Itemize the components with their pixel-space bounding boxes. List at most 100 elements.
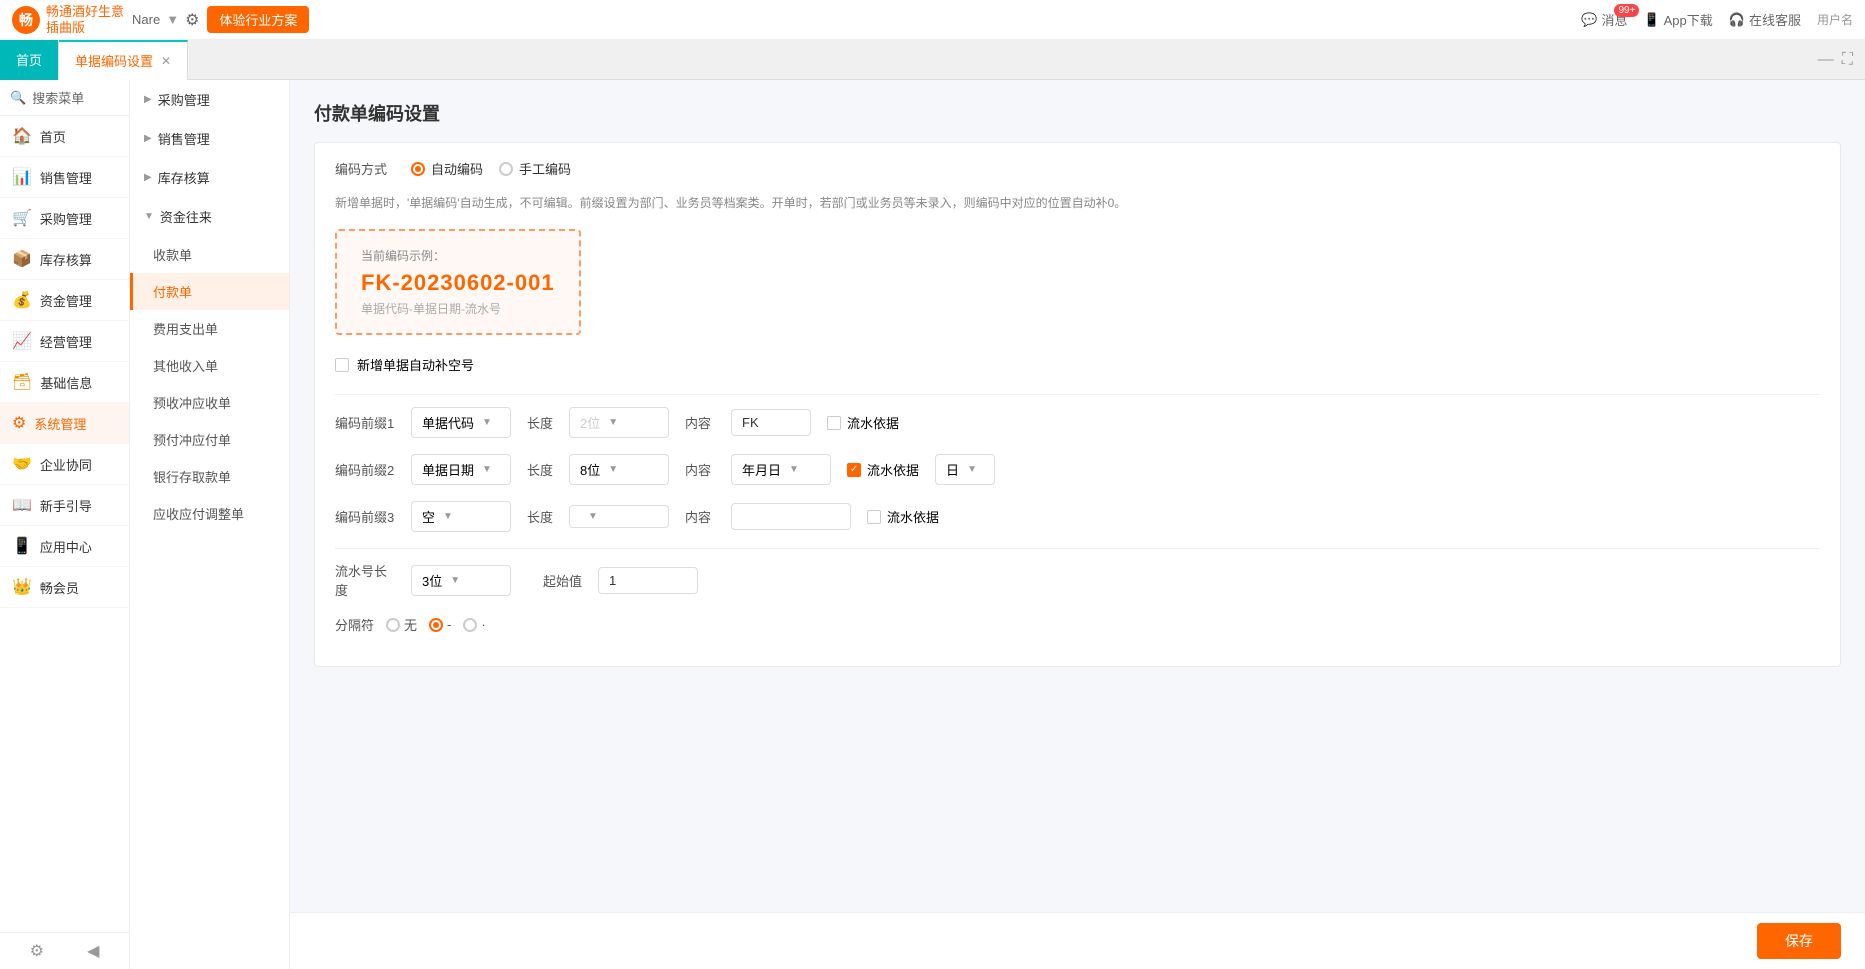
content1-input[interactable]	[731, 409, 811, 436]
check1-item: 流水依据	[827, 413, 899, 432]
app-download-button[interactable]: 📱 App下载	[1643, 10, 1712, 29]
sidebar-bottom: ⚙ ◀	[0, 932, 129, 969]
sidebar-collapse-icon[interactable]: ◀	[87, 941, 99, 961]
prefix3-select[interactable]: 空 ▼	[411, 501, 511, 532]
prefix1-value: 单据代码	[422, 413, 474, 432]
guide-icon: 📖	[12, 495, 32, 515]
sidebar-item-home[interactable]: 🏠 首页	[0, 116, 129, 157]
prefix-row-2: 编码前缀2 单据日期 ▼ 长度 8位 ▼ 内容 年月日 ▼ ✓ 流水依据	[335, 454, 1820, 485]
prefix2-select[interactable]: 单据日期 ▼	[411, 454, 511, 485]
sidebar-search[interactable]: 🔍 搜索菜单	[0, 80, 129, 116]
code-method-card: 编码方式 自动编码 手工编码 新增单据时，'单据编码'自动生成，不可编辑。前缀设…	[314, 142, 1841, 667]
tab-document-code[interactable]: 单据编码设置 ✕	[59, 40, 188, 80]
topbar-right: 💬 消息 99+ 📱 App下载 🎧 在线客服 用户名	[1581, 10, 1853, 29]
collapse-arrow-purchase: ▶	[144, 94, 152, 105]
submenu-item-other-income[interactable]: 其他收入单	[130, 347, 289, 384]
submenu-item-prepay-offset[interactable]: 预收冲应收单	[130, 384, 289, 421]
main-layout: 🔍 搜索菜单 🏠 首页 📊 销售管理 🛒 采购管理 📦 库存核算 💰 资金管理 …	[0, 80, 1865, 969]
save-button[interactable]: 保存	[1757, 923, 1841, 959]
member-icon: 👑	[12, 577, 32, 597]
length1-select[interactable]: 2位 ▼	[569, 407, 669, 438]
brand-text: Nare	[132, 12, 160, 27]
prefix-row-1: 编码前缀1 单据代码 ▼ 长度 2位 ▼ 内容 流水依据	[335, 407, 1820, 438]
submenu-group-purchase-label: 采购管理	[158, 90, 210, 109]
sidebar-item-guide[interactable]: 📖 新手引导	[0, 485, 129, 526]
sidebar-item-inventory[interactable]: 📦 库存核算	[0, 239, 129, 280]
submenu-group-purchase-header[interactable]: ▶ 采购管理	[130, 80, 289, 119]
check1-box[interactable]	[827, 416, 841, 430]
finance-icon: 💰	[12, 290, 32, 310]
submenu-item-bank[interactable]: 银行存取款单	[130, 458, 289, 495]
message-button[interactable]: 💬 消息 99+	[1581, 10, 1627, 29]
sidebar-item-base[interactable]: 🗃 基础信息	[0, 362, 129, 403]
sidebar-item-inventory-label: 库存核算	[40, 250, 92, 269]
sidebar-item-enterprise-label: 企业协同	[40, 455, 92, 474]
start-value-label: 起始值	[543, 571, 582, 590]
submenu-group-inventory-header[interactable]: ▶ 库存核算	[130, 158, 289, 197]
search-icon: 🔍	[10, 90, 26, 106]
gear-icon[interactable]: ⚙	[185, 10, 199, 30]
serial-length-arrow-icon: ▼	[450, 575, 460, 586]
autofill-checkbox[interactable]	[335, 358, 349, 372]
message-icon: 💬	[1581, 12, 1597, 28]
prefix1-select[interactable]: 单据代码 ▼	[411, 407, 511, 438]
hint-text: 新增单据时，'单据编码'自动生成，不可编辑。前缀设置为部门、业务员等档案类。开单…	[335, 194, 1820, 213]
trial-button[interactable]: 体验行业方案	[207, 6, 309, 33]
sep-none-label: 无	[404, 615, 417, 634]
auto-code-radio[interactable]: 自动编码	[411, 159, 483, 178]
submenu-group-finance-header[interactable]: ▼ 资金往来	[130, 197, 289, 236]
sep-dot-circle	[429, 618, 443, 632]
logo-icon: 畅	[12, 6, 40, 34]
extra-select-day[interactable]: 日 ▼	[935, 454, 995, 485]
sidebar-item-finance[interactable]: 💰 资金管理	[0, 280, 129, 321]
message-badge: 99+	[1614, 4, 1639, 17]
submenu-item-payment[interactable]: 付款单	[130, 273, 289, 310]
submenu-item-receipt[interactable]: 收款单	[130, 236, 289, 273]
tab-home[interactable]: 首页	[0, 40, 59, 80]
sidebar-item-home-label: 首页	[40, 127, 66, 146]
submenu-item-adjustment[interactable]: 应收应付调整单	[130, 495, 289, 532]
maximize-icon[interactable]: ⛶	[1842, 51, 1853, 69]
manual-code-radio[interactable]: 手工编码	[499, 159, 571, 178]
prefix1-arrow-icon: ▼	[482, 417, 492, 428]
content3-input[interactable]	[731, 503, 851, 530]
serial-length-select[interactable]: 3位 ▼	[411, 565, 511, 596]
dropdown-arrow[interactable]: ▼	[166, 12, 179, 27]
separator-label: 分隔符	[335, 615, 374, 634]
sidebar-item-purchase[interactable]: 🛒 采购管理	[0, 198, 129, 239]
sidebar-item-app-center[interactable]: 📱 应用中心	[0, 526, 129, 567]
check1-label: 流水依据	[847, 413, 899, 432]
sep-none-radio[interactable]: 无	[386, 615, 417, 634]
sidebar-item-sales[interactable]: 📊 销售管理	[0, 157, 129, 198]
minimize-icon[interactable]: —	[1818, 51, 1834, 69]
content2-value: 年月日	[742, 460, 781, 479]
sidebar-item-operations[interactable]: 📈 经营管理	[0, 321, 129, 362]
content-area: 付款单编码设置 编码方式 自动编码 手工编码 新增单据时，'单据编码'自动生成，…	[290, 80, 1865, 969]
submenu-group-sales-header[interactable]: ▶ 销售管理	[130, 119, 289, 158]
code-method-row: 编码方式 自动编码 手工编码	[335, 159, 1820, 178]
check2-box[interactable]: ✓	[847, 463, 861, 477]
content2-select[interactable]: 年月日 ▼	[731, 454, 831, 485]
sep-dot-radio[interactable]: -	[429, 617, 451, 632]
sidebar-item-system[interactable]: ⚙ 系统管理	[0, 403, 129, 444]
prefix2-value: 单据日期	[422, 460, 474, 479]
length3-select[interactable]: ▼	[569, 505, 669, 528]
submenu-item-advance-offset[interactable]: 预付冲应付单	[130, 421, 289, 458]
extra-day-arrow-icon: ▼	[967, 464, 977, 475]
length2-select[interactable]: 8位 ▼	[569, 454, 669, 485]
submenu-item-expense[interactable]: 费用支出单	[130, 310, 289, 347]
sidebar-item-sales-label: 销售管理	[40, 168, 92, 187]
check2-label: 流水依据	[867, 460, 919, 479]
tab-close-icon[interactable]: ✕	[161, 54, 171, 68]
check3-box[interactable]	[867, 510, 881, 524]
start-value-input[interactable]	[598, 567, 698, 594]
sidebar-item-enterprise[interactable]: 🤝 企业协同	[0, 444, 129, 485]
online-service-button[interactable]: 🎧 在线客服	[1729, 10, 1801, 29]
sidebar-item-member[interactable]: 👑 畅会员	[0, 567, 129, 608]
sales-icon: 📊	[12, 167, 32, 187]
sep-dot2-radio[interactable]: ·	[463, 617, 485, 632]
collapse-arrow-finance: ▼	[144, 211, 154, 222]
sidebar-settings-icon[interactable]: ⚙	[30, 941, 44, 961]
content2-arrow-icon: ▼	[789, 464, 799, 475]
base-icon: 🗃	[12, 372, 32, 392]
